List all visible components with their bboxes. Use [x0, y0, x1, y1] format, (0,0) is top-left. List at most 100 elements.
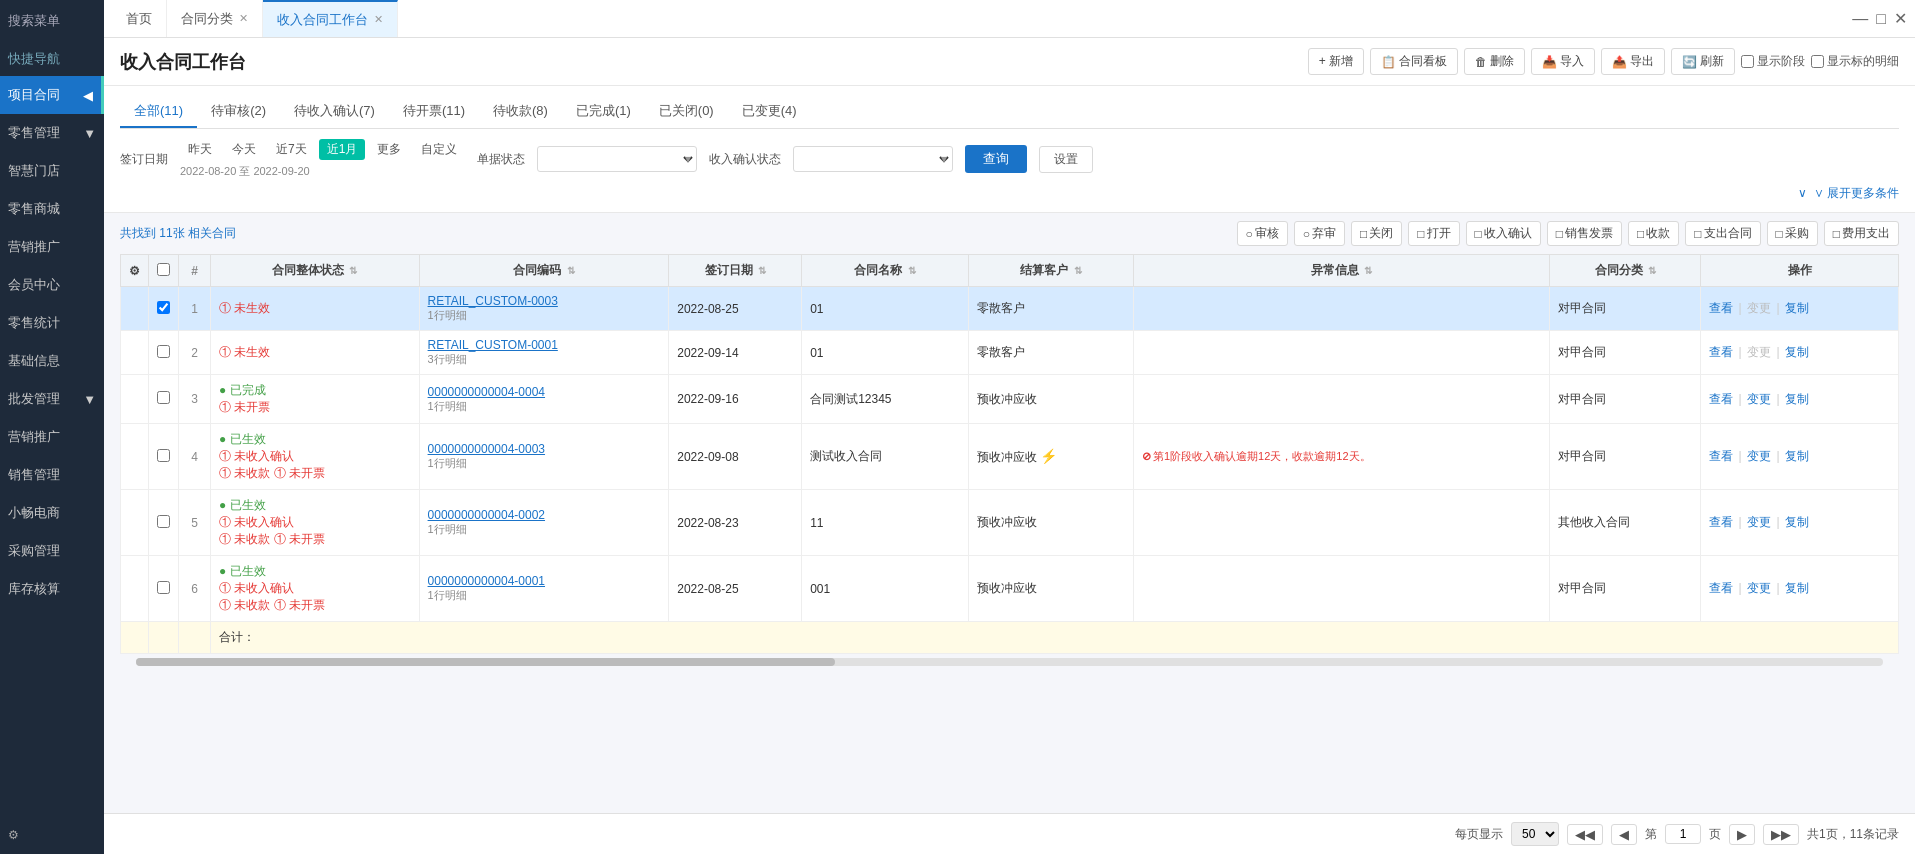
review-button[interactable]: ○ 审核 — [1237, 221, 1288, 246]
row1-code-link[interactable]: RETAIL_CUSTOM-0003 — [428, 294, 661, 308]
status-tab-completed[interactable]: 已完成(1) — [562, 96, 645, 128]
sidebar-item-stock[interactable]: 库存核算 — [0, 570, 104, 608]
row5-copy-btn[interactable]: 复制 — [1785, 515, 1809, 529]
sidebar-item-retail-mgmt[interactable]: 零售管理 ▼ — [0, 114, 104, 152]
delete-button[interactable]: 🗑 删除 — [1464, 48, 1525, 75]
sidebar-item-smart-store[interactable]: 智慧门店 — [0, 152, 104, 190]
contract-board-button[interactable]: 📋 合同看板 — [1370, 48, 1458, 75]
next-page-button[interactable]: ▶ — [1729, 824, 1755, 845]
row4-change-btn[interactable]: 变更 — [1747, 449, 1771, 463]
row2-code-link[interactable]: RETAIL_CUSTOM-0001 — [428, 338, 661, 352]
query-button[interactable]: 查询 — [965, 145, 1027, 173]
sidebar-item-base-info[interactable]: 基础信息 — [0, 342, 104, 380]
show-detail-checkbox[interactable]: 显示标的明细 — [1811, 53, 1899, 70]
row3-copy-btn[interactable]: 复制 — [1785, 392, 1809, 406]
set-button[interactable]: 设置 — [1039, 146, 1093, 173]
refresh-button[interactable]: 🔄 刷新 — [1671, 48, 1735, 75]
row1-view-btn[interactable]: 查看 — [1709, 301, 1733, 315]
bill-status-select[interactable] — [537, 146, 697, 172]
tab-close-contract-category[interactable]: ✕ — [239, 12, 248, 25]
expand-conditions-button[interactable]: ∨ ∨ 展开更多条件 — [1798, 185, 1899, 202]
row5-change-btn[interactable]: 变更 — [1747, 515, 1771, 529]
col-sign-date[interactable]: 签订日期 ⇅ — [669, 255, 802, 287]
status-tab-pending-receipt[interactable]: 待收款(8) — [479, 96, 562, 128]
sidebar-item-sales-mgmt[interactable]: 销售管理 — [0, 456, 104, 494]
col-contract-name[interactable]: 合同名称 ⇅ — [802, 255, 969, 287]
date-btn-today[interactable]: 今天 — [224, 139, 264, 160]
status-tab-closed[interactable]: 已关闭(0) — [645, 96, 728, 128]
sidebar-item-member[interactable]: 会员中心 — [0, 266, 104, 304]
col-contract-status[interactable]: 合同整体状态 ⇅ — [211, 255, 420, 287]
col-contract-code[interactable]: 合同编码 ⇅ — [419, 255, 669, 287]
first-page-button[interactable]: ◀◀ — [1567, 824, 1603, 845]
row2-checkbox[interactable] — [149, 331, 179, 375]
row1-checkbox[interactable] — [149, 287, 179, 331]
export-button[interactable]: 📤 导出 — [1601, 48, 1665, 75]
sidebar-item-wholesale[interactable]: 批发管理 ▼ — [0, 380, 104, 418]
row2-copy-btn[interactable]: 复制 — [1785, 345, 1809, 359]
row3-checkbox[interactable] — [149, 375, 179, 424]
close-button[interactable]: □ 关闭 — [1351, 221, 1402, 246]
sidebar-item-ecommerce[interactable]: 小畅电商 — [0, 494, 104, 532]
expense-out-button[interactable]: □ 费用支出 — [1824, 221, 1899, 246]
close-icon[interactable]: ✕ — [1894, 9, 1907, 28]
date-btn-custom[interactable]: 自定义 — [413, 139, 465, 160]
sidebar-item-purchase[interactable]: 采购管理 — [0, 532, 104, 570]
sidebar-quick-nav[interactable]: 快捷导航 — [0, 42, 104, 76]
row3-view-btn[interactable]: 查看 — [1709, 392, 1733, 406]
sidebar-item-marketing2[interactable]: 营销推广 — [0, 418, 104, 456]
col-abnormal[interactable]: 异常信息 ⇅ — [1133, 255, 1549, 287]
row4-checkbox[interactable] — [149, 424, 179, 490]
row5-checkbox[interactable] — [149, 490, 179, 556]
date-btn-more[interactable]: 更多 — [369, 139, 409, 160]
row4-copy-btn[interactable]: 复制 — [1785, 449, 1809, 463]
row4-view-btn[interactable]: 查看 — [1709, 449, 1733, 463]
col-category[interactable]: 合同分类 ⇅ — [1550, 255, 1701, 287]
receipt-button[interactable]: □ 收款 — [1628, 221, 1679, 246]
sidebar-item-retail-stats[interactable]: 零售统计 — [0, 304, 104, 342]
row5-view-btn[interactable]: 查看 — [1709, 515, 1733, 529]
row3-change-btn[interactable]: 变更 — [1747, 392, 1771, 406]
add-button[interactable]: + 新增 — [1308, 48, 1364, 75]
page-number-input[interactable] — [1665, 824, 1701, 844]
scrollbar-thumb[interactable] — [136, 658, 835, 666]
confirm-status-select[interactable] — [793, 146, 953, 172]
row6-code-link[interactable]: 0000000000004-0001 — [428, 574, 661, 588]
import-button[interactable]: 📥 导入 — [1531, 48, 1595, 75]
date-btn-yesterday[interactable]: 昨天 — [180, 139, 220, 160]
prev-page-button[interactable]: ◀ — [1611, 824, 1637, 845]
row2-view-btn[interactable]: 查看 — [1709, 345, 1733, 359]
expense-contract-button[interactable]: □ 支出合同 — [1685, 221, 1760, 246]
row6-change-btn[interactable]: 变更 — [1747, 581, 1771, 595]
status-tab-all[interactable]: 全部(11) — [120, 96, 197, 128]
tab-contract-category[interactable]: 合同分类 ✕ — [167, 0, 263, 37]
col-checkbox-all[interactable] — [149, 255, 179, 287]
date-btn-7days[interactable]: 近7天 — [268, 139, 315, 160]
minimize-icon[interactable]: — — [1852, 10, 1868, 28]
row6-view-btn[interactable]: 查看 — [1709, 581, 1733, 595]
income-confirm-button[interactable]: □ 收入确认 — [1466, 221, 1541, 246]
horizontal-scrollbar[interactable] — [136, 658, 1883, 666]
tab-home[interactable]: 首页 — [112, 0, 167, 37]
sidebar-item-retail-mall[interactable]: 零售商城 — [0, 190, 104, 228]
row3-code-link[interactable]: 0000000000004-0004 — [428, 385, 661, 399]
col-settings-icon[interactable]: ⚙ — [121, 255, 149, 287]
show-stage-checkbox[interactable]: 显示阶段 — [1741, 53, 1805, 70]
abandon-review-button[interactable]: ○ 弃审 — [1294, 221, 1345, 246]
row5-code-link[interactable]: 0000000000004-0002 — [428, 508, 661, 522]
row1-copy-btn[interactable]: 复制 — [1785, 301, 1809, 315]
row4-code-link[interactable]: 0000000000004-0003 — [428, 442, 661, 456]
sidebar-item-marketing[interactable]: 营销推广 — [0, 228, 104, 266]
row6-checkbox[interactable] — [149, 556, 179, 622]
col-customer[interactable]: 结算客户 ⇅ — [968, 255, 1133, 287]
date-btn-1month[interactable]: 近1月 — [319, 139, 366, 160]
row6-copy-btn[interactable]: 复制 — [1785, 581, 1809, 595]
open-button[interactable]: □ 打开 — [1408, 221, 1459, 246]
last-page-button[interactable]: ▶▶ — [1763, 824, 1799, 845]
sales-invoice-button[interactable]: □ 销售发票 — [1547, 221, 1622, 246]
status-tab-changed[interactable]: 已变更(4) — [728, 96, 811, 128]
sidebar-item-project-contract[interactable]: 项目合同 ◀ — [0, 76, 104, 114]
sidebar-settings[interactable]: ⚙ — [0, 816, 104, 854]
per-page-select[interactable]: 50 — [1511, 822, 1559, 846]
tab-close-income-contract[interactable]: ✕ — [374, 13, 383, 26]
